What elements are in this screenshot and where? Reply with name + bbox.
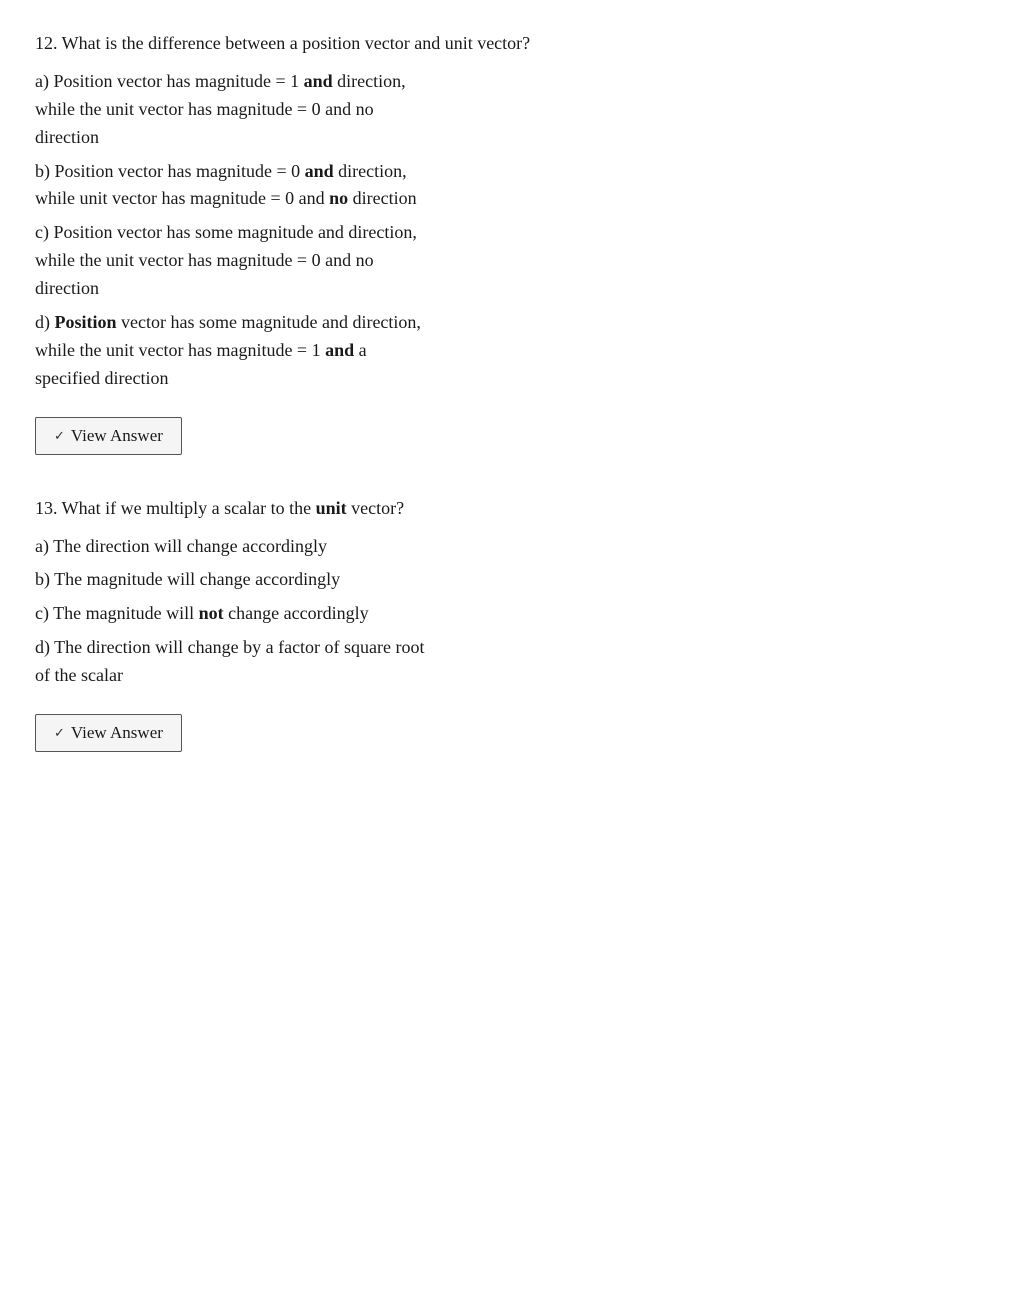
question-13-option-b: b) The magnitude will change accordingly <box>35 566 989 594</box>
question-12-option-b: b) Position vector has magnitude = 0 and… <box>35 158 989 214</box>
question-13-option-c: c) The magnitude will not change accordi… <box>35 600 989 628</box>
question-12: 12. What is the difference between a pos… <box>35 30 989 455</box>
view-answer-button-12[interactable]: ✓ View Answer <box>35 417 182 455</box>
question-12-option-c: c) Position vector has some magnitude an… <box>35 219 989 303</box>
view-answer-button-13[interactable]: ✓ View Answer <box>35 714 182 752</box>
chevron-icon-12: ✓ <box>54 428 65 444</box>
question-13-text: 13. What if we multiply a scalar to the … <box>35 495 989 523</box>
question-13-option-a: a) The direction will change accordingly <box>35 533 989 561</box>
question-13-option-d: d) The direction will change by a factor… <box>35 634 989 690</box>
question-12-text: 12. What is the difference between a pos… <box>35 30 989 58</box>
question-13: 13. What if we multiply a scalar to the … <box>35 495 989 752</box>
view-answer-label-13: View Answer <box>71 723 163 743</box>
chevron-icon-13: ✓ <box>54 725 65 741</box>
view-answer-label-12: View Answer <box>71 426 163 446</box>
question-12-option-a: a) Position vector has magnitude = 1 and… <box>35 68 989 152</box>
question-12-number: 12. What is the difference between a pos… <box>35 33 530 53</box>
question-12-option-d: d) Position vector has some magnitude an… <box>35 309 989 393</box>
